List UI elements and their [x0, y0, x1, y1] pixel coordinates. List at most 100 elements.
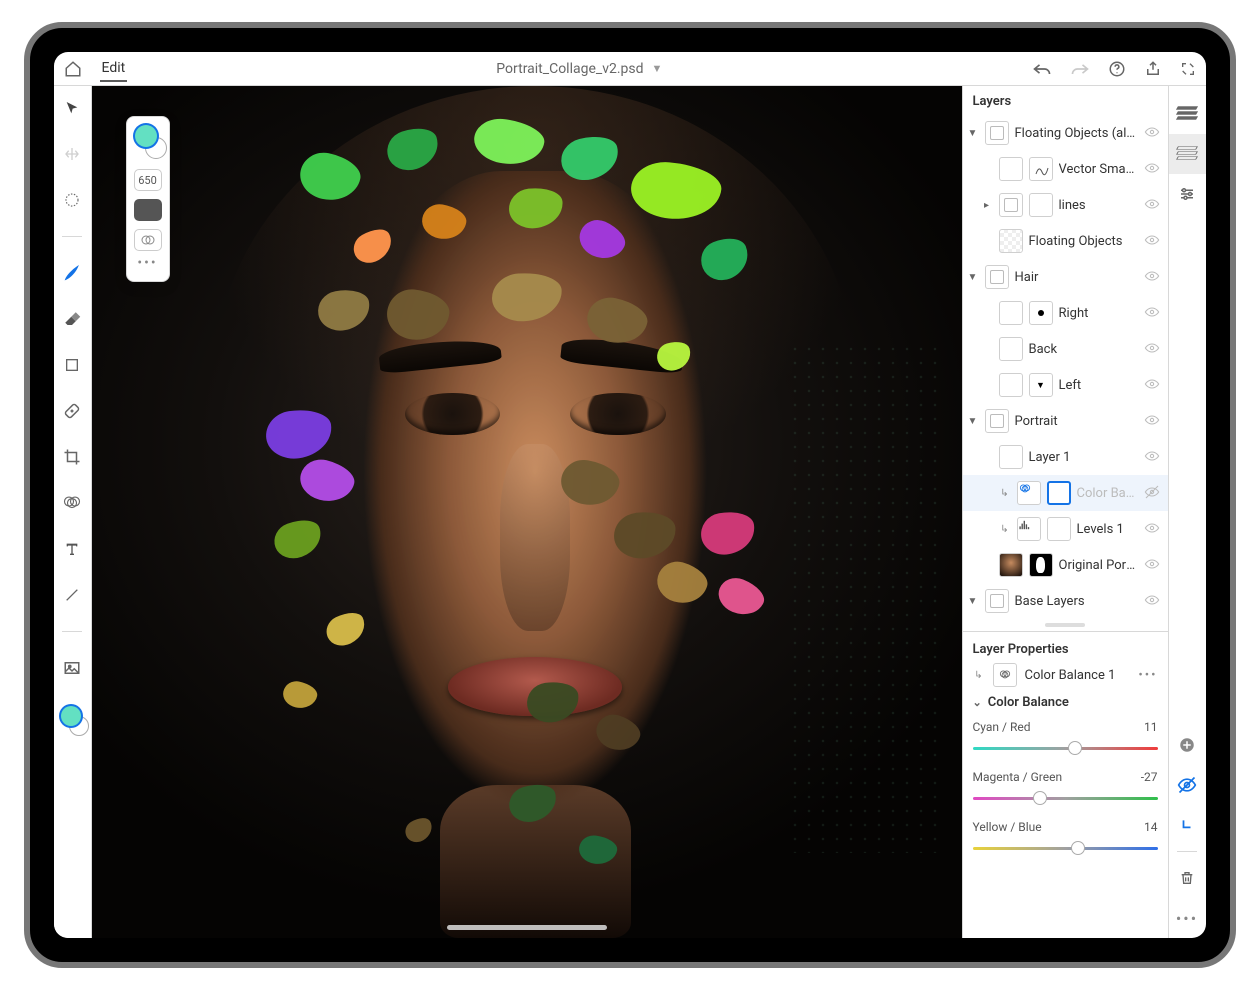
layers-detail-icon[interactable]: [1169, 134, 1206, 174]
layer-mask-thumb[interactable]: [1047, 481, 1071, 505]
layer-row[interactable]: ▼ Portrait: [963, 403, 1168, 439]
lasso-tool-icon[interactable]: [60, 188, 84, 212]
brush-blend-chip[interactable]: [134, 229, 162, 251]
layers-compact-icon[interactable]: [1169, 94, 1206, 134]
line-tool-icon[interactable]: [60, 583, 84, 607]
layer-mask-thumb[interactable]: [1047, 517, 1071, 541]
color-swatches[interactable]: [59, 706, 85, 736]
layer-mask-thumb[interactable]: [1029, 301, 1053, 325]
crop-tool-icon[interactable]: [60, 445, 84, 469]
move-tool-icon[interactable]: [60, 96, 84, 120]
layer-row[interactable]: ▼Floating Objects (alway…: [963, 115, 1168, 151]
slider-track[interactable]: [973, 790, 1158, 806]
visibility-icon[interactable]: [1144, 340, 1162, 358]
layer-label: Right: [1059, 306, 1138, 321]
edit-menu[interactable]: Edit: [100, 56, 128, 82]
ipad-home-indicator[interactable]: [447, 925, 607, 930]
layer-mask-thumb[interactable]: [1029, 157, 1053, 181]
adjustment-type-icon[interactable]: [993, 663, 1017, 687]
expand-caret-icon[interactable]: ▼: [967, 128, 979, 139]
color-balance-slider[interactable]: Yellow / Blue14: [973, 820, 1158, 856]
fullscreen-icon[interactable]: [1180, 61, 1196, 77]
expand-caret-icon[interactable]: ▸: [981, 200, 993, 211]
visibility-icon[interactable]: [1144, 268, 1162, 286]
share-icon[interactable]: [1144, 60, 1162, 78]
layer-label: Portrait: [1015, 414, 1138, 429]
brush-size-value[interactable]: 650: [134, 169, 162, 191]
layer-row[interactable]: Right: [963, 295, 1168, 331]
help-icon[interactable]: [1108, 60, 1126, 78]
clip-indicator-icon: ↳: [999, 524, 1011, 535]
visibility-icon[interactable]: [1144, 232, 1162, 250]
layers-list[interactable]: ▼Floating Objects (alway…Vector Smart…▸l…: [963, 115, 1168, 619]
visibility-icon[interactable]: [1144, 196, 1162, 214]
properties-icon[interactable]: [1169, 174, 1206, 214]
visibility-icon[interactable]: [1144, 448, 1162, 466]
visibility-icon[interactable]: [1144, 124, 1162, 142]
brush-color-swatches[interactable]: [133, 125, 163, 161]
slider-knob[interactable]: [1033, 791, 1047, 805]
chevron-down-icon[interactable]: ▼: [652, 62, 663, 75]
layer-row[interactable]: Layer 1: [963, 439, 1168, 475]
layer-mask-thumb[interactable]: ▼: [1029, 373, 1053, 397]
visibility-toggle-icon[interactable]: [1169, 765, 1206, 805]
more-options-icon[interactable]: •••: [1169, 898, 1206, 938]
brush-tool-icon[interactable]: [60, 261, 84, 285]
document-title[interactable]: Portrait_Collage_v2.psd: [496, 61, 643, 77]
eraser-tool-icon[interactable]: [60, 307, 84, 331]
more-icon[interactable]: •••: [137, 259, 157, 273]
transform-tool-icon[interactable]: [60, 142, 84, 166]
visibility-icon[interactable]: [1144, 304, 1162, 322]
expand-caret-icon[interactable]: ▼: [967, 596, 979, 607]
layer-row[interactable]: Vector Smart…: [963, 151, 1168, 187]
visibility-icon[interactable]: [1144, 160, 1162, 178]
clip-indicator-icon: ↳: [999, 488, 1011, 499]
panel-drag-handle[interactable]: [1045, 623, 1085, 627]
clip-mask-icon[interactable]: [1169, 805, 1206, 845]
layer-row[interactable]: Original Portr…: [963, 547, 1168, 583]
layer-row[interactable]: ↳Levels 1: [963, 511, 1168, 547]
fg-color-swatch[interactable]: [135, 125, 157, 147]
visibility-icon[interactable]: [1144, 592, 1162, 610]
fg-color-swatch[interactable]: [61, 706, 81, 726]
layer-row[interactable]: ↳Color Balan…: [963, 475, 1168, 511]
layer-row[interactable]: Back: [963, 331, 1168, 367]
heal-tool-icon[interactable]: [60, 399, 84, 423]
type-tool-icon[interactable]: [60, 537, 84, 561]
canvas[interactable]: [92, 86, 962, 938]
color-balance-slider[interactable]: Magenta / Green-27: [973, 770, 1158, 806]
place-image-tool-icon[interactable]: [60, 656, 84, 680]
folder-thumb-icon: [999, 193, 1023, 217]
brush-hardness-chip[interactable]: [134, 199, 162, 221]
add-layer-icon[interactable]: [1169, 725, 1206, 765]
slider-track[interactable]: [973, 840, 1158, 856]
layer-row[interactable]: ▸lines: [963, 187, 1168, 223]
delete-layer-icon[interactable]: [1169, 858, 1206, 898]
visibility-icon[interactable]: [1144, 376, 1162, 394]
fill-tool-icon[interactable]: [60, 353, 84, 377]
slider-knob[interactable]: [1071, 841, 1085, 855]
expand-caret-icon[interactable]: ▼: [967, 272, 979, 283]
visibility-icon[interactable]: [1144, 520, 1162, 538]
undo-icon[interactable]: [1032, 61, 1052, 77]
adjust-tool-icon[interactable]: [60, 491, 84, 515]
layer-row[interactable]: ▼Hair: [963, 259, 1168, 295]
slider-knob[interactable]: [1068, 741, 1082, 755]
slider-track[interactable]: [973, 740, 1158, 756]
visibility-icon[interactable]: [1144, 412, 1162, 430]
home-icon[interactable]: [64, 60, 82, 78]
more-icon[interactable]: •••: [1138, 668, 1157, 683]
layer-mask-thumb[interactable]: [1029, 553, 1053, 577]
layer-row[interactable]: ▼Base Layers: [963, 583, 1168, 619]
visibility-off-icon[interactable]: [1144, 484, 1162, 502]
layer-row[interactable]: Floating Objects: [963, 223, 1168, 259]
brush-options-panel[interactable]: 650 •••: [126, 116, 170, 282]
color-balance-slider[interactable]: Cyan / Red11: [973, 720, 1158, 756]
properties-section-toggle[interactable]: ⌄ Color Balance: [973, 695, 1158, 710]
layer-row[interactable]: ▼Left: [963, 367, 1168, 403]
expand-caret-icon[interactable]: ▼: [967, 416, 979, 427]
slider-label: Magenta / Green: [973, 770, 1063, 784]
redo-icon[interactable]: [1070, 61, 1090, 77]
layer-mask-thumb[interactable]: [1029, 193, 1053, 217]
visibility-icon[interactable]: [1144, 556, 1162, 574]
